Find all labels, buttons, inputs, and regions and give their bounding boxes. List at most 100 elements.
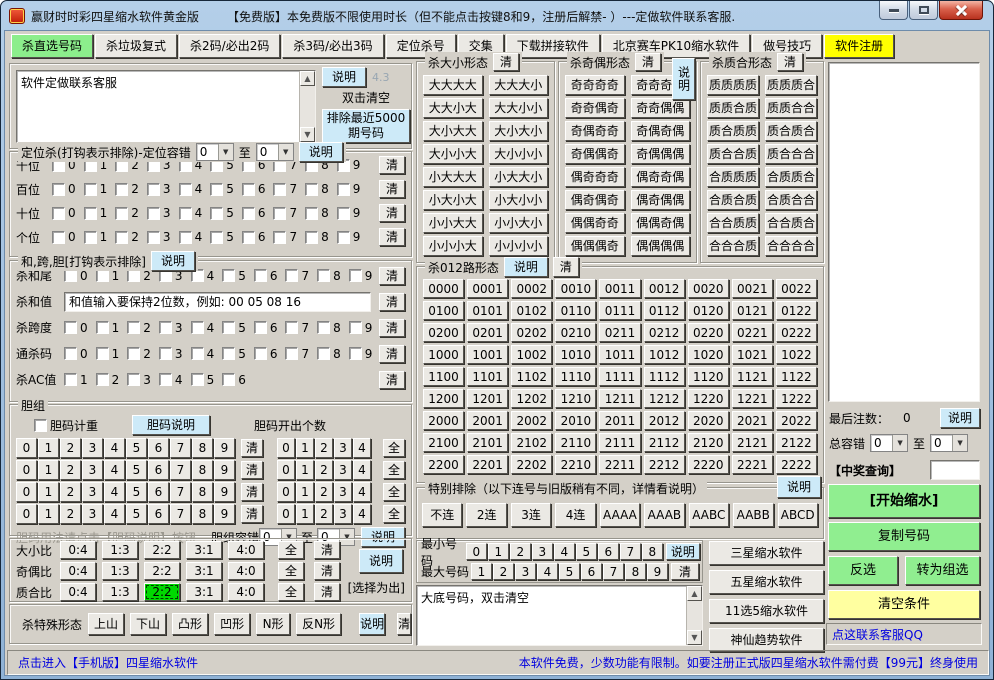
dan-digit-button[interactable]: 4 <box>104 504 125 524</box>
big-small-pattern-button[interactable]: 小大小小 <box>489 190 549 210</box>
dan-digit-button[interactable]: 2 <box>60 438 81 458</box>
dan-digit-button[interactable]: 5 <box>126 482 147 502</box>
road-012-button[interactable]: 0210 <box>555 323 596 342</box>
prime-composite-pattern-button[interactable]: 质合合质 <box>707 144 759 164</box>
big-small-pattern-button[interactable]: 大大小小 <box>489 98 549 118</box>
dan-count-button[interactable]: 0 <box>277 438 295 458</box>
hundreds-digit-checkbox[interactable]: 7 <box>273 182 297 196</box>
max-number-button[interactable]: 6 <box>581 563 602 580</box>
hundreds-digit-checkbox[interactable]: 0 <box>52 182 76 196</box>
road-012-button[interactable]: 2100 <box>423 433 464 452</box>
hundreds-digit-checkbox[interactable]: 4 <box>179 182 203 196</box>
road-012-button[interactable]: 2212 <box>644 455 685 474</box>
prime-composite-ratio-button[interactable]: 1:3 <box>102 583 138 601</box>
special-exclude-button[interactable]: 4连 <box>555 503 595 527</box>
road-012-button[interactable]: 1201 <box>467 389 508 408</box>
min-number-button[interactable]: 3 <box>532 543 553 560</box>
big-small-pattern-button[interactable]: 大大大大 <box>423 75 483 95</box>
checkbox[interactable] <box>273 183 286 196</box>
road-012-button[interactable]: 0202 <box>511 323 552 342</box>
max-number-button[interactable]: 1 <box>471 563 492 580</box>
all-code-checkbox[interactable]: 5 <box>222 347 246 361</box>
big-small-pattern-button[interactable]: 大大小大 <box>423 98 483 118</box>
tens-clear-button[interactable]: 清 <box>379 204 405 222</box>
big-small-pattern-button[interactable]: 小小大小 <box>489 213 549 233</box>
dan-digit-button[interactable]: 7 <box>170 504 191 524</box>
prime-composite-pattern-button[interactable]: 质合质质 <box>707 121 759 141</box>
sum-tail-checkbox[interactable]: 5 <box>222 269 246 283</box>
road-012-button[interactable]: 2120 <box>688 433 729 452</box>
dan-count-button[interactable]: 4 <box>353 482 371 502</box>
tens-digit-checkbox[interactable]: 4 <box>179 206 203 220</box>
close-button[interactable] <box>939 1 983 20</box>
checkbox[interactable] <box>222 321 235 334</box>
start-shrink-button[interactable]: [开始缩水] <box>828 484 980 518</box>
big-small-ratio-button[interactable]: 2:2 <box>144 541 180 559</box>
dan-digit-button[interactable]: 7 <box>170 460 191 480</box>
notes-textarea[interactable]: 软件定做联系客服 <box>17 71 299 142</box>
hundreds-digit-checkbox[interactable]: 8 <box>305 182 329 196</box>
road-012-button[interactable]: 1021 <box>732 345 773 364</box>
span-checkbox[interactable]: 5 <box>222 321 246 335</box>
all-code-checkbox[interactable]: 9 <box>349 347 373 361</box>
dan-count-button[interactable]: 2 <box>315 438 333 458</box>
dan-digit-button[interactable]: 5 <box>126 438 147 458</box>
scroll-up-icon[interactable] <box>687 586 702 601</box>
span-checkbox[interactable]: 6 <box>254 321 278 335</box>
max-number-button[interactable]: 5 <box>559 563 580 580</box>
road-012-clear-button[interactable]: 清 <box>553 257 579 277</box>
dan-count-button[interactable]: 0 <box>277 482 295 502</box>
dan-count-button[interactable]: 1 <box>296 460 314 480</box>
road-012-button[interactable]: 1011 <box>599 345 640 364</box>
dan-digit-button[interactable]: 1 <box>38 482 59 502</box>
odd-even-ratio-button[interactable]: 1:3 <box>102 562 138 580</box>
odd-even-pattern-button[interactable]: 奇奇偶奇 <box>565 98 625 118</box>
checkbox[interactable] <box>254 269 267 282</box>
units-digit-checkbox[interactable]: 0 <box>52 230 76 244</box>
minimize-button[interactable] <box>879 1 908 20</box>
road-012-button[interactable]: 0000 <box>423 279 464 298</box>
road-012-button[interactable]: 1121 <box>732 367 773 386</box>
road-012-button[interactable]: 1000 <box>423 345 464 364</box>
sum-value-input[interactable] <box>64 292 371 312</box>
checkbox[interactable] <box>147 231 160 244</box>
dan-row-4-all-button[interactable]: 全 <box>383 505 405 523</box>
odd-even-pattern-button[interactable]: 偶奇奇偶 <box>631 167 691 187</box>
road-012-button[interactable]: 2001 <box>467 411 508 430</box>
dan-row-2-clear-button[interactable]: 清 <box>241 461 263 479</box>
road-012-button[interactable]: 1001 <box>467 345 508 364</box>
odd-even-pattern-clear-button[interactable]: 清 <box>635 53 661 71</box>
tens-digit-checkbox[interactable]: 2 <box>115 206 139 220</box>
units-digit-checkbox[interactable]: 2 <box>115 230 139 244</box>
road-012-button[interactable]: 1012 <box>644 345 685 364</box>
dan-count-button[interactable]: 3 <box>334 504 352 524</box>
big-small-pattern-button[interactable]: 小小小小 <box>489 236 549 256</box>
checkbox[interactable] <box>84 207 97 220</box>
tens-digit-checkbox[interactable]: 6 <box>242 206 266 220</box>
prime-composite-pattern-button[interactable]: 质合质合 <box>765 121 817 141</box>
road-012-button[interactable]: 0001 <box>467 279 508 298</box>
max-number-button[interactable]: 4 <box>537 563 558 580</box>
road-012-button[interactable]: 0120 <box>688 301 729 320</box>
checkbox[interactable] <box>210 231 223 244</box>
dan-weight-checkbox[interactable]: 胆码计重 <box>34 417 98 434</box>
checkbox[interactable] <box>159 321 172 334</box>
span-checkbox[interactable]: 3 <box>159 321 183 335</box>
big-small-clear-button[interactable]: 清 <box>314 541 340 559</box>
road-012-button[interactable]: 2110 <box>555 433 596 452</box>
all-code-checkbox[interactable]: 8 <box>317 347 341 361</box>
dan-count-button[interactable]: 1 <box>296 438 314 458</box>
dan-digit-button[interactable]: 8 <box>192 438 213 458</box>
ac-clear-button[interactable]: 清 <box>379 371 405 389</box>
result-listbox[interactable] <box>828 62 980 402</box>
checkbox[interactable] <box>317 269 330 282</box>
road-012-button[interactable]: 0110 <box>555 301 596 320</box>
road-012-button[interactable]: 0122 <box>776 301 817 320</box>
dan-count-button[interactable]: 3 <box>334 482 352 502</box>
sum-tail-clear-button[interactable]: 清 <box>379 267 405 285</box>
road-012-button[interactable]: 1210 <box>555 389 596 408</box>
road-012-button[interactable]: 1212 <box>644 389 685 408</box>
checkbox[interactable] <box>96 373 109 386</box>
road-012-button[interactable]: 2122 <box>776 433 817 452</box>
checkbox[interactable] <box>127 321 140 334</box>
